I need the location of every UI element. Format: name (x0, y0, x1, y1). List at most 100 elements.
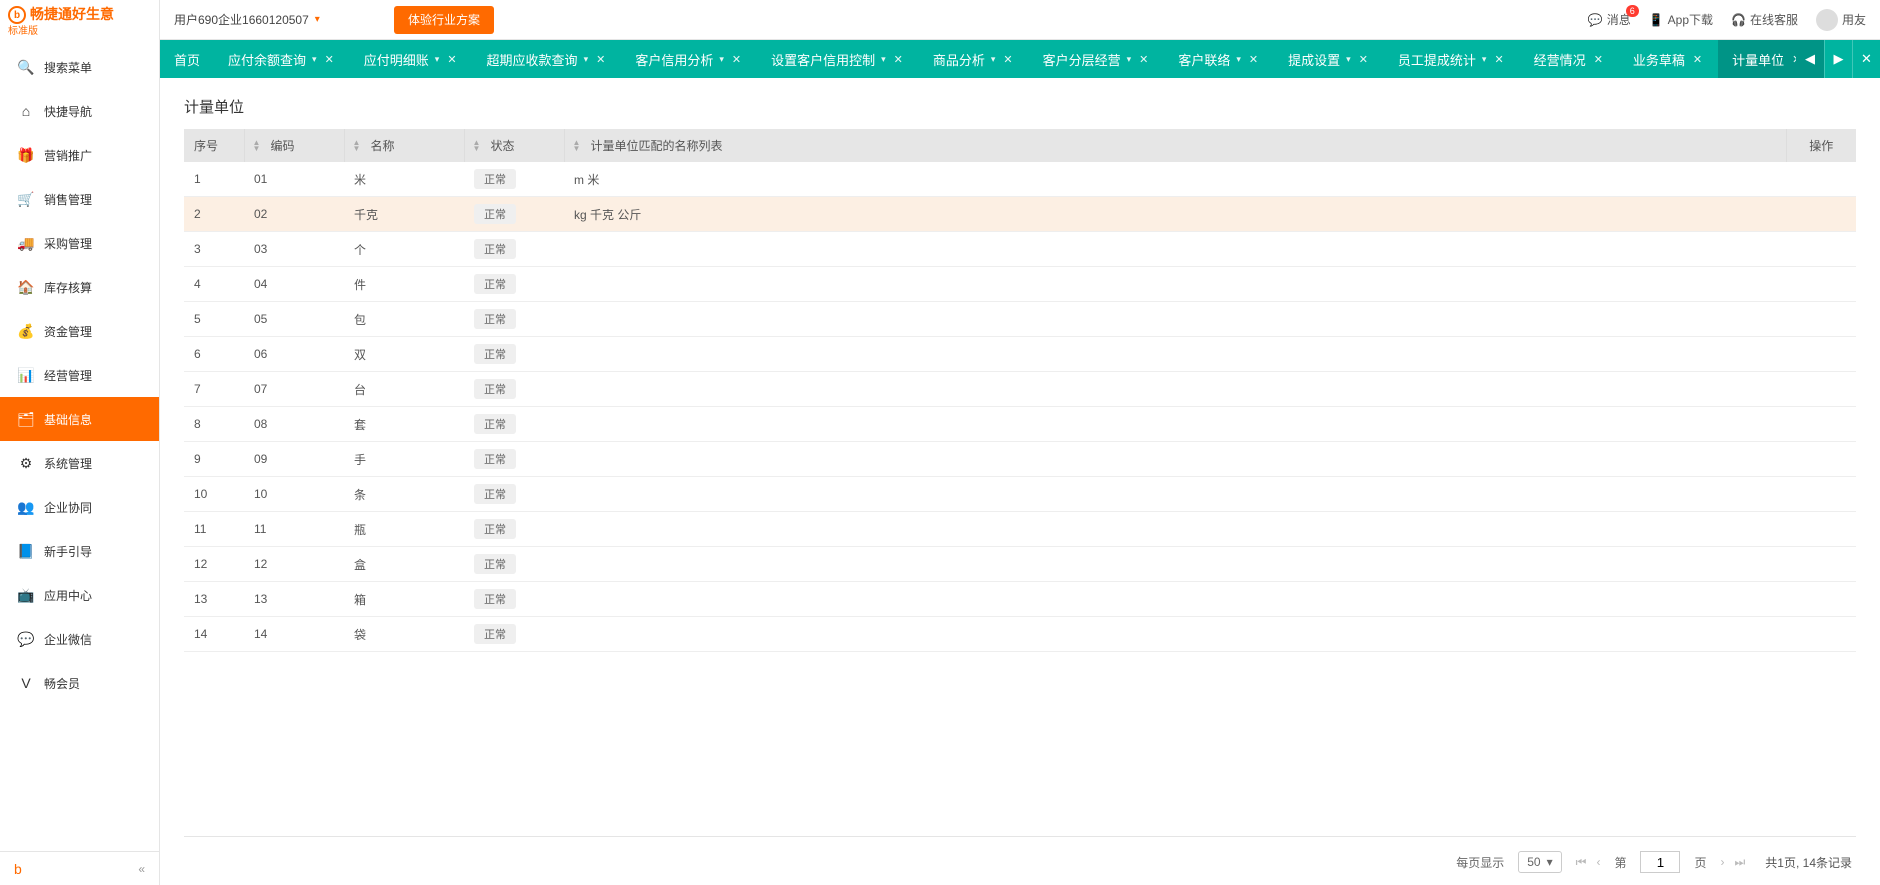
tab-0[interactable]: 首页 (160, 40, 214, 78)
table-row[interactable]: 505包正常 (184, 302, 1856, 337)
cell-code: 14 (244, 617, 344, 652)
tab-8[interactable]: 客户联络▾✕ (1164, 40, 1274, 78)
tab-10[interactable]: 员工提成统计▾✕ (1384, 40, 1520, 78)
sidebar-item-2[interactable]: 🎁营销推广 (0, 133, 159, 177)
cell-name: 米 (344, 162, 464, 197)
tab-11[interactable]: 经营情况✕ (1520, 40, 1619, 78)
tab-close-icon[interactable]: ✕ (1492, 53, 1505, 66)
page-input[interactable] (1640, 851, 1680, 873)
service-link[interactable]: 🎧 在线客服 (1731, 11, 1798, 28)
tab-3[interactable]: 超期应收款查询▾✕ (473, 40, 622, 78)
sidebar-item-4[interactable]: 🚚采购管理 (0, 221, 159, 265)
sidebar-item-label: 基础信息 (44, 411, 92, 428)
next-page-button[interactable]: › (1720, 855, 1724, 869)
tab-9[interactable]: 提成设置▾✕ (1274, 40, 1384, 78)
tab-5[interactable]: 设置客户信用控制▾✕ (757, 40, 919, 78)
tab-4[interactable]: 客户信用分析▾✕ (621, 40, 757, 78)
tab-1[interactable]: 应付余额查询▾✕ (214, 40, 350, 78)
sidebar-item-5[interactable]: 🏠库存核算 (0, 265, 159, 309)
tab-13[interactable]: 计量单位✕ (1718, 40, 1796, 78)
cell-name: 瓶 (344, 512, 464, 547)
tab-close-icon[interactable]: ✕ (1592, 53, 1605, 66)
cell-ops (1786, 302, 1856, 337)
cta-button[interactable]: 体验行业方案 (394, 6, 494, 34)
first-page-button[interactable]: ⏮ (1576, 855, 1587, 870)
tab-close-icon[interactable]: ✕ (445, 53, 458, 66)
tab-12[interactable]: 业务草稿✕ (1619, 40, 1718, 78)
tab-label: 设置客户信用控制 (771, 50, 875, 69)
status-badge: 正常 (474, 554, 516, 574)
table-row[interactable]: 202千克正常kg 千克 公斤 (184, 197, 1856, 232)
tab-close-icon[interactable]: ✕ (594, 53, 607, 66)
last-page-button[interactable]: ⏭ (1734, 855, 1745, 870)
download-link[interactable]: 📱 App下载 (1649, 11, 1713, 28)
message-icon: 💬 (1588, 13, 1603, 27)
warehouse-icon: 🏠 (18, 279, 34, 296)
table-row[interactable]: 404件正常 (184, 267, 1856, 302)
col-match[interactable]: ▲▼ 计量单位匹配的名称列表 (564, 129, 1786, 162)
table-row[interactable]: 101米正常m 米 (184, 162, 1856, 197)
sidebar-item-3[interactable]: 🛒销售管理 (0, 177, 159, 221)
col-status[interactable]: ▲▼ 状态 (464, 129, 564, 162)
table-row[interactable]: 1414袋正常 (184, 617, 1856, 652)
sidebar-item-1[interactable]: ⌂快捷导航 (0, 89, 159, 133)
sidebar-item-label: 采购管理 (44, 235, 92, 252)
sidebar-item-9[interactable]: ⚙系统管理 (0, 441, 159, 485)
table-row[interactable]: 808套正常 (184, 407, 1856, 442)
cell-match: kg 千克 公斤 (564, 197, 1786, 232)
table-row[interactable]: 1010条正常 (184, 477, 1856, 512)
messages-link[interactable]: 💬 消息 6 (1588, 11, 1631, 28)
tab-close-icon[interactable]: ✕ (1790, 53, 1796, 66)
table-row[interactable]: 1212盒正常 (184, 547, 1856, 582)
cell-match (564, 407, 1786, 442)
col-name[interactable]: ▲▼ 名称 (344, 129, 464, 162)
tab-scroll-right[interactable]: ▶ (1824, 40, 1852, 78)
tab-close-icon[interactable]: ✕ (1691, 53, 1704, 66)
tab-6[interactable]: 商品分析▾✕ (919, 40, 1029, 78)
cell-name: 千克 (344, 197, 464, 232)
cell-status: 正常 (464, 197, 564, 232)
table-row[interactable]: 1313箱正常 (184, 582, 1856, 617)
chevron-down-icon: ▾ (1127, 54, 1132, 65)
cell-code: 11 (244, 512, 344, 547)
cell-name: 盒 (344, 547, 464, 582)
tab-close-icon[interactable]: ✕ (892, 53, 905, 66)
sidebar-item-13[interactable]: 💬企业微信 (0, 617, 159, 661)
tab-scroll-left[interactable]: ◀ (1796, 40, 1824, 78)
table-row[interactable]: 707台正常 (184, 372, 1856, 407)
tab-close-icon[interactable]: ✕ (1137, 53, 1150, 66)
table-row[interactable]: 303个正常 (184, 232, 1856, 267)
tab-close-icon[interactable]: ✕ (323, 53, 336, 66)
sidebar-item-14[interactable]: V畅会员 (0, 661, 159, 705)
per-page-select[interactable]: 50 ▾ (1518, 851, 1561, 873)
sidebar-item-0[interactable]: 🔍搜索菜单 (0, 45, 159, 89)
cell-seq: 6 (184, 337, 244, 372)
sidebar-item-11[interactable]: 📘新手引导 (0, 529, 159, 573)
table-row[interactable]: 909手正常 (184, 442, 1856, 477)
sidebar-item-10[interactable]: 👥企业协同 (0, 485, 159, 529)
tab-label: 提成设置 (1288, 50, 1340, 69)
collapse-sidebar-icon[interactable]: « (138, 862, 145, 876)
tab-close-icon[interactable]: ✕ (1001, 53, 1014, 66)
sidebar-item-12[interactable]: 📺应用中心 (0, 573, 159, 617)
table-row[interactable]: 1111瓶正常 (184, 512, 1856, 547)
tab-close-all[interactable]: ✕ (1852, 40, 1880, 78)
sidebar-item-7[interactable]: 📊经营管理 (0, 353, 159, 397)
sidebar-item-label: 畅会员 (44, 675, 80, 692)
tab-close-icon[interactable]: ✕ (1247, 53, 1260, 66)
tenant-select[interactable]: 用户690企业1660120507 ▾ (174, 11, 384, 28)
col-code[interactable]: ▲▼ 编码 (244, 129, 344, 162)
prev-page-button[interactable]: ‹ (1596, 855, 1600, 869)
tab-close-icon[interactable]: ✕ (730, 53, 743, 66)
sidebar-item-8[interactable]: 🗂基础信息 (0, 397, 159, 441)
sidebar-item-6[interactable]: 💰资金管理 (0, 309, 159, 353)
table-row[interactable]: 606双正常 (184, 337, 1856, 372)
cell-name: 套 (344, 407, 464, 442)
col-seq[interactable]: 序号 (184, 129, 244, 162)
status-badge: 正常 (474, 344, 516, 364)
tab-7[interactable]: 客户分层经营▾✕ (1029, 40, 1165, 78)
user-menu[interactable]: 用友 (1816, 9, 1866, 31)
tab-2[interactable]: 应付明细账▾✕ (350, 40, 473, 78)
tab-close-icon[interactable]: ✕ (1357, 53, 1370, 66)
chevron-down-icon: ▾ (312, 54, 317, 65)
